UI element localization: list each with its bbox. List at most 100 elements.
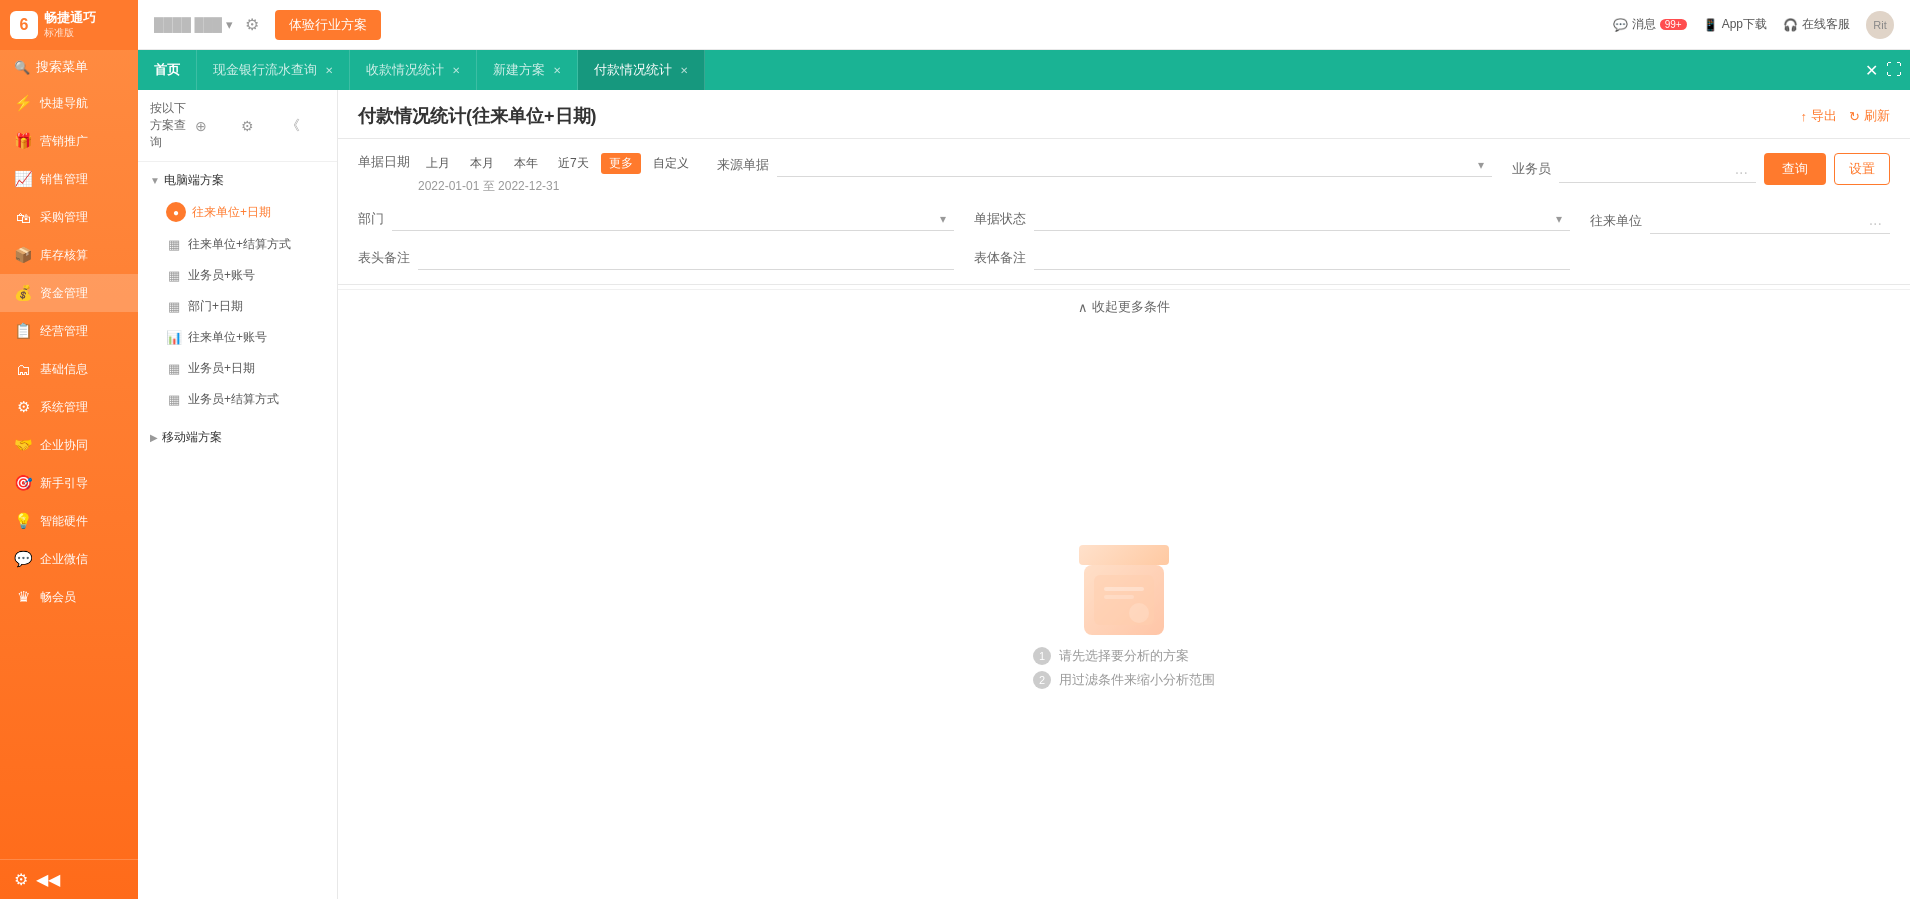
topbar-gear-icon[interactable]: ⚙	[245, 15, 259, 34]
xitong-icon: ⚙	[14, 398, 32, 416]
tab-receipts[interactable]: 收款情况统计 ✕	[350, 50, 477, 90]
empty-hint-1: 1 请先选择要分析的方案	[1033, 647, 1215, 665]
sidebar-item-qiye[interactable]: 🤝 企业协同	[0, 426, 138, 464]
topbar-actions: 💬 消息 99+ 📱 App下载 🎧 在线客服 Rit	[1613, 11, 1894, 39]
zhineng-icon: 💡	[14, 512, 32, 530]
sidebar-item-zijin[interactable]: 💰 资金管理	[0, 274, 138, 312]
plan-item-salesman-settle[interactable]: ▦ 业务员+结算方式	[138, 384, 337, 415]
dept-input[interactable]	[396, 211, 940, 226]
date-this-year[interactable]: 本年	[506, 153, 546, 174]
export-button[interactable]: ↑ 导出	[1801, 107, 1838, 125]
user-avatar[interactable]: Rit	[1866, 11, 1894, 39]
settings-bottom-icon[interactable]: ⚙	[14, 870, 28, 889]
partner-ellipsis[interactable]: ...	[1869, 211, 1882, 229]
partner-input[interactable]	[1654, 213, 1865, 228]
query-button[interactable]: 查询	[1764, 153, 1826, 185]
sidebar-item-jichu[interactable]: 🗂 基础信息	[0, 350, 138, 388]
trial-button[interactable]: 体验行业方案	[275, 10, 381, 40]
tab-home[interactable]: 首页	[138, 50, 197, 90]
hint-num-2: 2	[1033, 671, 1051, 689]
tab-payment-close-icon[interactable]: ✕	[680, 65, 688, 76]
jichu-icon: 🗂	[14, 360, 32, 378]
salesman-select[interactable]: ...	[1559, 156, 1756, 183]
page-header-actions: ↑ 导出 ↻ 刷新	[1801, 107, 1891, 125]
xiaoshou-icon: 📈	[14, 170, 32, 188]
plan-item-salesman-date[interactable]: ▦ 业务员+日期	[138, 353, 337, 384]
tab-cashflow[interactable]: 现金银行流水查询 ✕	[197, 50, 350, 90]
collapse-sidebar-icon[interactable]: ◀◀	[36, 870, 60, 889]
tab-close-all-icon[interactable]: ✕	[1865, 61, 1878, 80]
sidebar-item-xinshou[interactable]: 🎯 新手引导	[0, 464, 138, 502]
date-range-text: 2022-01-01 至 2022-12-31	[418, 178, 697, 195]
date-options: 上月 本月 本年 近7天 更多 自定义	[418, 153, 697, 174]
plan-item-partner-settle[interactable]: ▦ 往来单位+结算方式	[138, 229, 337, 260]
voucher-status-input[interactable]	[1038, 211, 1556, 226]
sidebar-item-xiaoshou[interactable]: 📈 销售管理	[0, 160, 138, 198]
voucher-status-select[interactable]: ▾	[1034, 207, 1570, 231]
plan-item-dept-date[interactable]: ▦ 部门+日期	[138, 291, 337, 322]
partner-select[interactable]: ...	[1650, 207, 1890, 234]
mobile-section-header[interactable]: ▶ 移动端方案	[138, 423, 337, 452]
weixin-icon: 💬	[14, 550, 32, 568]
date-more[interactable]: 更多	[601, 153, 641, 174]
zijin-icon: 💰	[14, 284, 32, 302]
source-input[interactable]	[781, 157, 1478, 172]
add-plan-icon[interactable]: ⊕	[195, 118, 234, 134]
content-area: 按以下方案查询 ⊕ ⚙ 《 ▼ 电脑端方案 ● 往来单位+日期 ▦ 往来单位+结…	[138, 90, 1910, 899]
mobile-plan-section: ▶ 移动端方案	[138, 419, 337, 456]
brand-text: ████ ███	[154, 17, 222, 32]
salesman-ellipsis[interactable]: ...	[1735, 160, 1748, 178]
messages-action[interactable]: 💬 消息 99+	[1613, 16, 1687, 33]
empty-hints: 1 请先选择要分析的方案 2 用过滤条件来缩小分析范围	[1033, 647, 1215, 689]
collapse-panel-icon[interactable]: 《	[286, 117, 325, 135]
dept-select[interactable]: ▾	[392, 207, 954, 231]
sidebar-item-zhineng[interactable]: 💡 智能硬件	[0, 502, 138, 540]
plan-icon-6: ▦	[166, 392, 182, 408]
tab-new-plan-close-icon[interactable]: ✕	[553, 65, 561, 76]
body-note-label: 表体备注	[974, 249, 1026, 267]
filter-row-1: 单据日期 上月 本月 本年 近7天 更多 自定义 20	[358, 153, 1890, 195]
desktop-arrow-icon: ▼	[150, 175, 160, 186]
plan-item-partner-account[interactable]: 📊 往来单位+账号	[138, 322, 337, 353]
plan-item-salesman-account[interactable]: ▦ 业务员+账号	[138, 260, 337, 291]
filter-bottom-row: ∧ 收起更多条件	[338, 289, 1910, 324]
settings-button[interactable]: 设置	[1834, 153, 1890, 185]
sidebar: 6 畅捷通巧 标准版 🔍 搜索菜单 ⚡ 快捷导航 🎁 营销推广 📈 销售管理 🛍…	[0, 0, 138, 899]
phone-icon: 📱	[1703, 18, 1718, 32]
plan-settings-icon[interactable]: ⚙	[241, 118, 280, 134]
sidebar-item-xitong[interactable]: ⚙ 系统管理	[0, 388, 138, 426]
sidebar-item-yingxiao[interactable]: 🎁 营销推广	[0, 122, 138, 160]
plan-icon-3: ▦	[166, 299, 182, 315]
tab-expand-icon[interactable]: ⛶	[1886, 61, 1902, 79]
tab-receipts-close-icon[interactable]: ✕	[452, 65, 460, 76]
date-last-7[interactable]: 近7天	[550, 153, 597, 174]
sidebar-item-weixin[interactable]: 💬 企业微信	[0, 540, 138, 578]
plan-icon-4: 📊	[166, 330, 182, 346]
date-custom[interactable]: 自定义	[645, 153, 697, 174]
date-this-month[interactable]: 本月	[462, 153, 502, 174]
sidebar-item-jingying[interactable]: 📋 经营管理	[0, 312, 138, 350]
online-service-action[interactable]: 🎧 在线客服	[1783, 16, 1850, 33]
sidebar-item-kuaijie[interactable]: ⚡ 快捷导航	[0, 84, 138, 122]
desktop-section-header[interactable]: ▼ 电脑端方案	[138, 166, 337, 195]
sidebar-item-kucun[interactable]: 📦 库存核算	[0, 236, 138, 274]
sidebar-item-chang[interactable]: ♛ 畅会员	[0, 578, 138, 616]
tabbar: 首页 现金银行流水查询 ✕ 收款情况统计 ✕ 新建方案 ✕ 付款情况统计 ✕ ✕…	[138, 50, 1910, 90]
source-select[interactable]: ▾	[777, 153, 1492, 177]
date-last-month[interactable]: 上月	[418, 153, 458, 174]
collapse-more-btn[interactable]: ∧ 收起更多条件	[1078, 290, 1170, 324]
sidebar-item-caigou[interactable]: 🛍 采购管理	[0, 198, 138, 236]
salesman-input[interactable]	[1563, 161, 1731, 176]
left-panel-header: 按以下方案查询 ⊕ ⚙ 《	[138, 90, 337, 162]
tab-new-plan[interactable]: 新建方案 ✕	[477, 50, 578, 90]
header-note-input[interactable]	[418, 246, 954, 270]
search-menu[interactable]: 🔍 搜索菜单	[0, 50, 138, 84]
tab-payment[interactable]: 付款情况统计 ✕	[578, 50, 705, 90]
collapse-arrow-icon: ∧	[1078, 300, 1088, 315]
tab-cashflow-close-icon[interactable]: ✕	[325, 65, 333, 76]
app-download-action[interactable]: 📱 App下载	[1703, 16, 1767, 33]
plan-item-partner-date[interactable]: ● 往来单位+日期	[138, 195, 337, 229]
refresh-button[interactable]: ↻ 刷新	[1849, 107, 1890, 125]
headset-icon: 🎧	[1783, 18, 1798, 32]
body-note-input[interactable]	[1034, 246, 1570, 270]
